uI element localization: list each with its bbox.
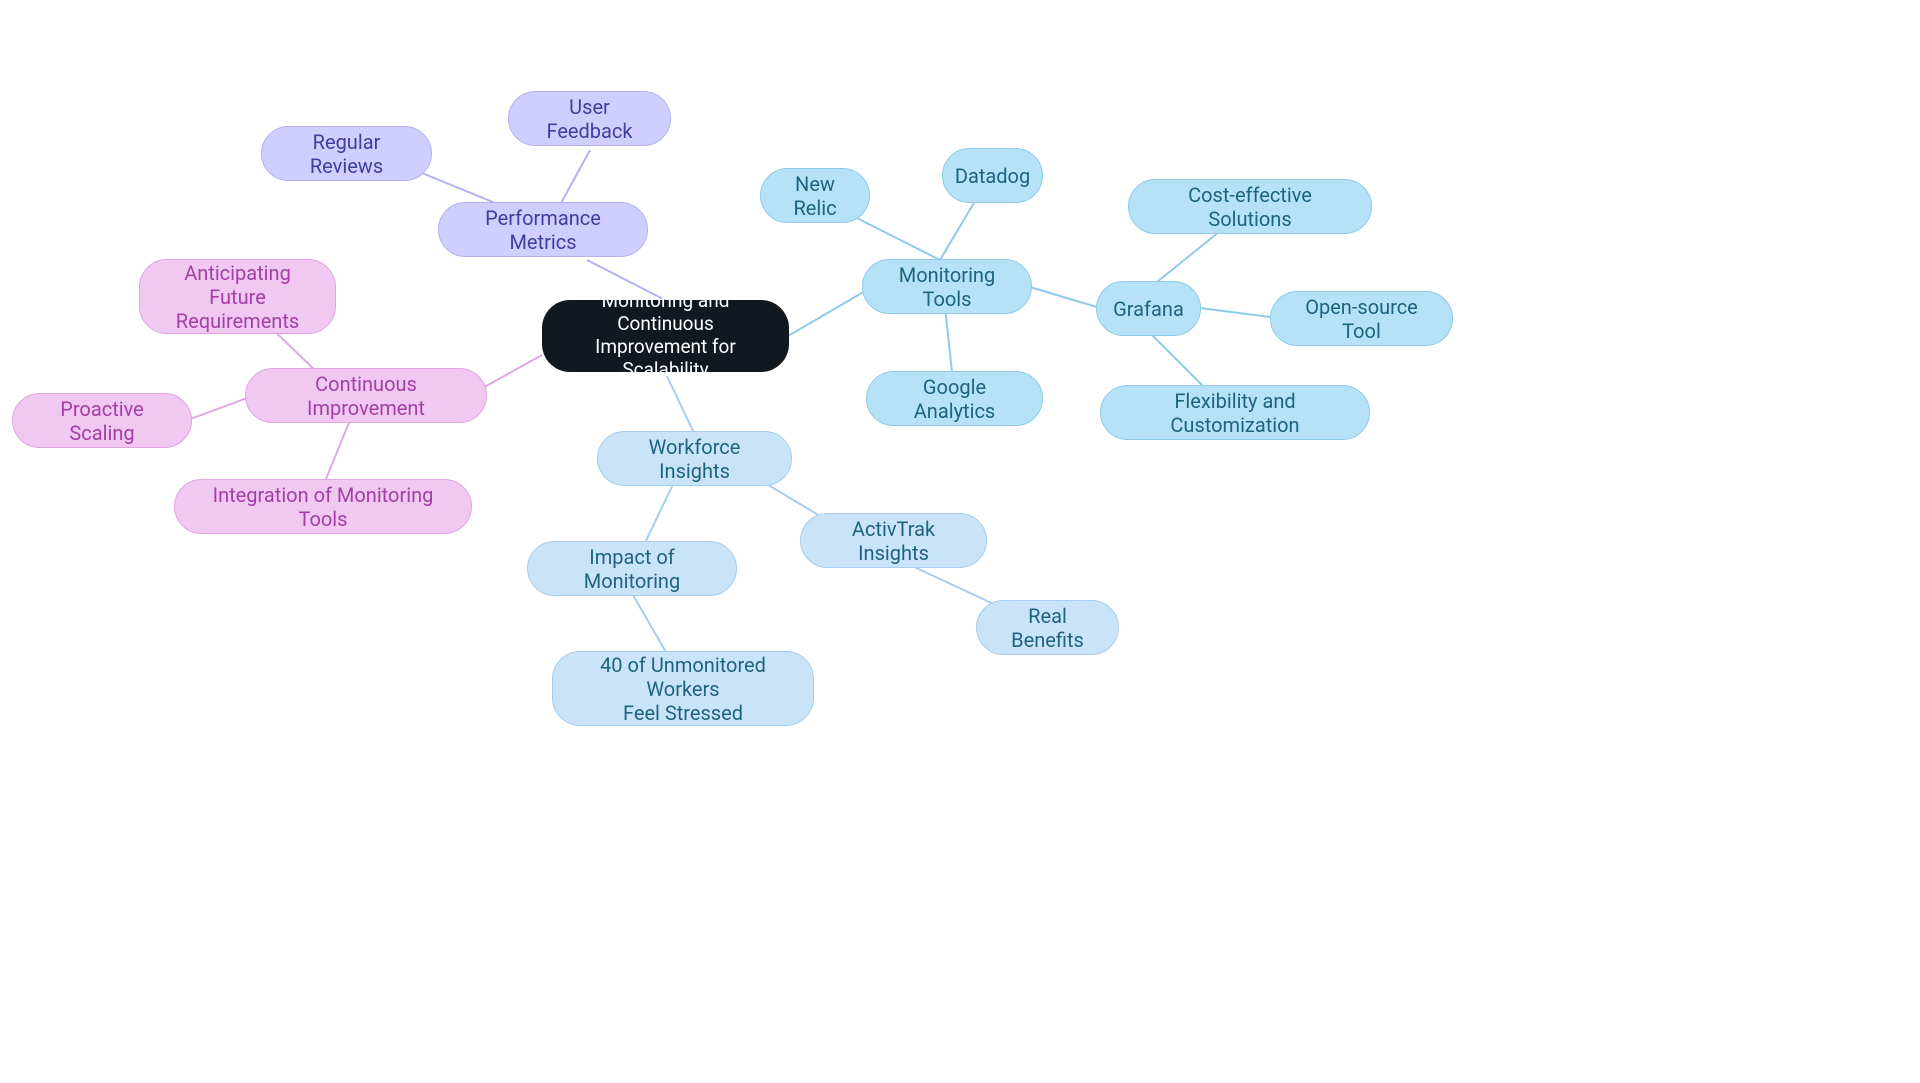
node-workforce-insights[interactable]: Workforce Insights — [597, 431, 792, 486]
node-label: Anticipating Future Requirements — [160, 261, 315, 333]
node-label: Cost-effective Solutions — [1149, 183, 1351, 231]
node-label: User Feedback — [529, 95, 650, 143]
node-label: Monitoring Tools — [883, 263, 1011, 311]
node-continuous-improvement[interactable]: Continuous Improvement — [245, 368, 487, 423]
node-regular-reviews[interactable]: Regular Reviews — [261, 126, 432, 181]
node-anticipating[interactable]: Anticipating Future Requirements — [139, 259, 336, 334]
node-real-benefits[interactable]: Real Benefits — [976, 600, 1119, 655]
node-user-feedback[interactable]: User Feedback — [508, 91, 671, 146]
node-impact-monitoring[interactable]: Impact of Monitoring — [527, 541, 737, 596]
node-label: Continuous Improvement — [266, 372, 466, 420]
node-grafana[interactable]: Grafana — [1096, 281, 1201, 336]
node-label: Proactive Scaling — [33, 397, 171, 445]
node-label: 40 of Unmonitored Workers Feel Stressed — [573, 653, 793, 725]
node-forty-unmonitored[interactable]: 40 of Unmonitored Workers Feel Stressed — [552, 651, 814, 726]
mindmap-canvas: Monitoring and Continuous Improvement fo… — [0, 0, 1920, 1083]
node-label: Real Benefits — [997, 604, 1098, 652]
node-label: Integration of Monitoring Tools — [195, 483, 451, 531]
node-activtrak[interactable]: ActivTrak Insights — [800, 513, 987, 568]
node-proactive-scaling[interactable]: Proactive Scaling — [12, 393, 192, 448]
node-integration[interactable]: Integration of Monitoring Tools — [174, 479, 472, 534]
node-label: Impact of Monitoring — [548, 545, 716, 593]
node-flexibility[interactable]: Flexibility and Customization — [1100, 385, 1370, 440]
node-new-relic[interactable]: New Relic — [760, 168, 870, 223]
root-label: Monitoring and Continuous Improvement fo… — [562, 290, 769, 381]
node-label: Flexibility and Customization — [1121, 389, 1349, 437]
root-node[interactable]: Monitoring and Continuous Improvement fo… — [542, 300, 789, 372]
node-label: ActivTrak Insights — [821, 517, 966, 565]
node-label: Workforce Insights — [618, 435, 771, 483]
node-label: Performance Metrics — [459, 206, 627, 254]
node-label: Regular Reviews — [282, 130, 411, 178]
node-open-source[interactable]: Open-source Tool — [1270, 291, 1453, 346]
node-label: Grafana — [1113, 297, 1184, 321]
node-monitoring-tools[interactable]: Monitoring Tools — [862, 259, 1032, 314]
node-label: New Relic — [781, 172, 849, 220]
node-cost-effective[interactable]: Cost-effective Solutions — [1128, 179, 1372, 234]
node-label: Google Analytics — [887, 375, 1022, 423]
node-datadog[interactable]: Datadog — [942, 148, 1043, 203]
node-label: Open-source Tool — [1291, 295, 1432, 343]
node-google-analytics[interactable]: Google Analytics — [866, 371, 1043, 426]
node-performance-metrics[interactable]: Performance Metrics — [438, 202, 648, 257]
node-label: Datadog — [955, 164, 1030, 188]
